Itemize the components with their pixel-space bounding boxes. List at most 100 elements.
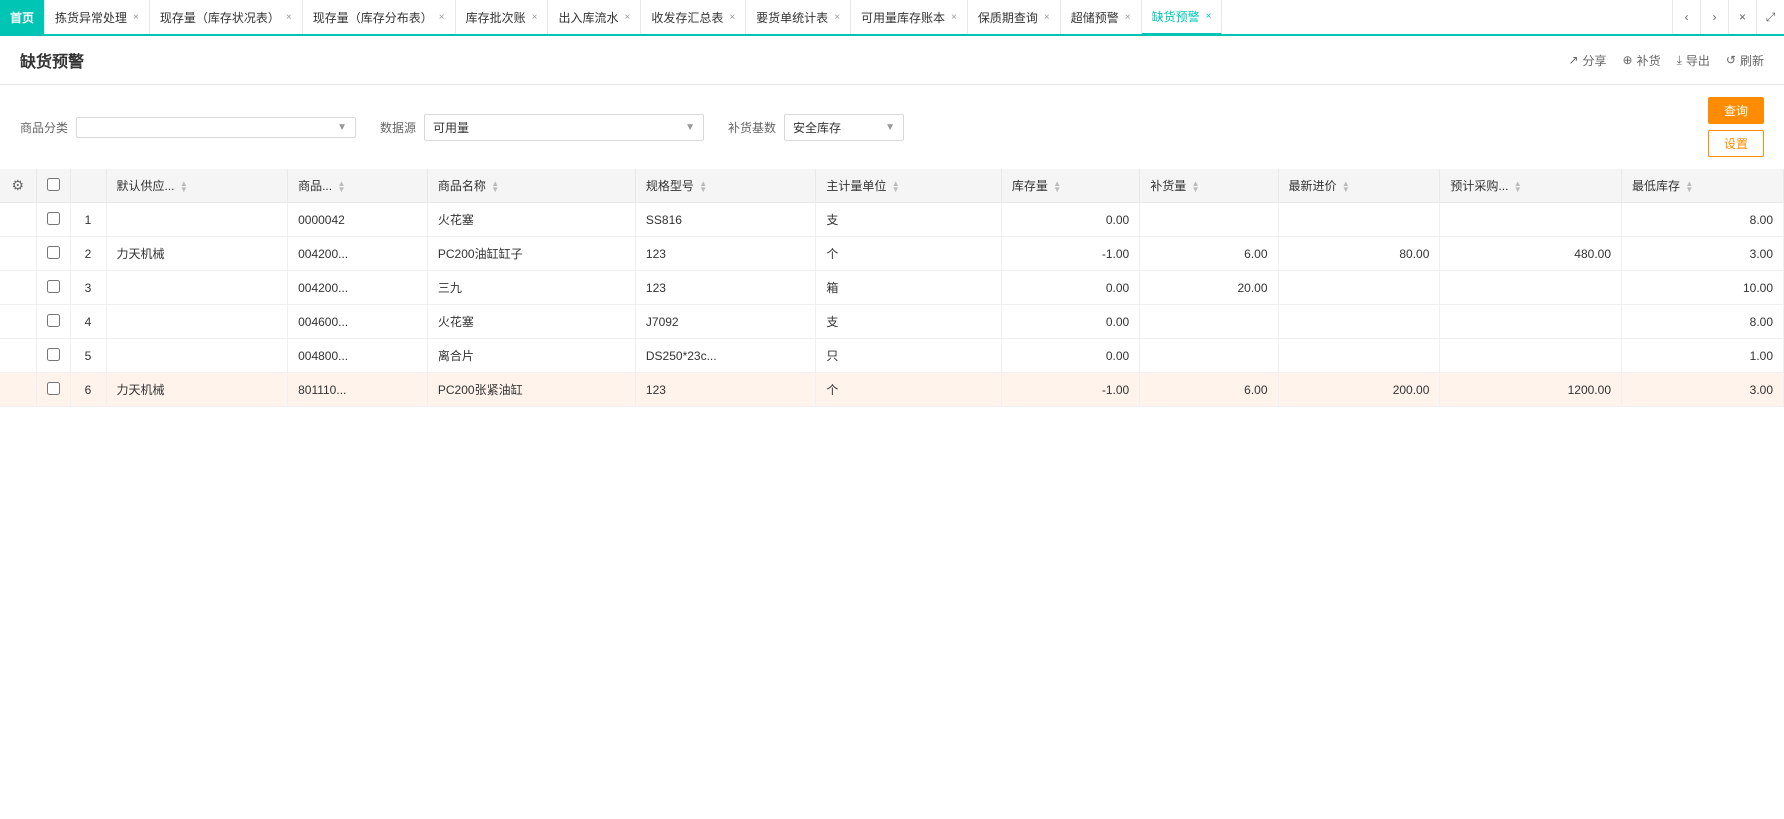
query-button[interactable]: 查询: [1708, 97, 1764, 124]
row-unit: 只: [816, 339, 1002, 373]
category-select[interactable]: ▼: [76, 117, 356, 138]
nav-prev-button[interactable]: ‹: [1672, 0, 1700, 35]
close-icon[interactable]: ×: [1206, 11, 1212, 22]
row-goods-name: 火花塞: [427, 305, 635, 339]
row-replenish: [1140, 339, 1278, 373]
row-checkbox[interactable]: [36, 305, 70, 339]
row-select-checkbox[interactable]: [47, 246, 60, 259]
tab-expiry-label: 保质期查询: [978, 9, 1038, 26]
tab-available-ledger-label: 可用量库存账本: [861, 9, 945, 26]
chevron-down-icon: ▼: [685, 122, 695, 133]
refresh-button[interactable]: ↺ 刷新: [1726, 52, 1764, 69]
row-goods-code: 004800...: [288, 339, 428, 373]
close-icon[interactable]: ×: [834, 12, 840, 23]
settings-button[interactable]: 设置: [1708, 130, 1764, 157]
close-icon[interactable]: ×: [1044, 12, 1050, 23]
row-goods-name: 火花塞: [427, 203, 635, 237]
stock-col-header[interactable]: 库存量 ▲▼: [1001, 169, 1139, 203]
goods-code-col-label: 商品...: [298, 179, 332, 193]
nav-next-button[interactable]: ›: [1700, 0, 1728, 35]
tab-expiry[interactable]: 保质期查询 ×: [968, 0, 1061, 35]
tab-exception-label: 拣货异常处理: [55, 9, 127, 26]
settings-col-header[interactable]: ⚙: [0, 169, 36, 203]
row-stock: -1.00: [1001, 373, 1139, 407]
tab-available-ledger[interactable]: 可用量库存账本 ×: [851, 0, 968, 35]
row-select-checkbox[interactable]: [47, 382, 60, 395]
datasource-filter: 数据源 可用量 ▼: [380, 114, 704, 141]
replenish-button[interactable]: ⊕ 补货: [1623, 52, 1661, 69]
close-icon[interactable]: ×: [133, 12, 139, 23]
tab-flow[interactable]: 出入库流水 ×: [548, 0, 641, 35]
min-stock-col-header[interactable]: 最低库存 ▲▼: [1622, 169, 1784, 203]
row-stock: 0.00: [1001, 305, 1139, 339]
close-icon[interactable]: ×: [729, 12, 735, 23]
row-checkbox[interactable]: [36, 339, 70, 373]
table-row: 4 004600... 火花塞 J7092 支 0.00 8.00: [0, 305, 1784, 339]
row-index: 6: [70, 373, 106, 407]
min-stock-col-label: 最低库存: [1632, 179, 1680, 193]
row-select-checkbox[interactable]: [47, 348, 60, 361]
close-icon[interactable]: ×: [1125, 12, 1131, 23]
replenish-base-select[interactable]: 安全库存 ▼: [784, 114, 904, 141]
close-icon[interactable]: ×: [951, 12, 957, 23]
tab-inventory-dist[interactable]: 现存量（库存分布表） ×: [303, 0, 456, 35]
goods-code-col-header[interactable]: 商品... ▲▼: [288, 169, 428, 203]
close-icon[interactable]: ×: [439, 12, 445, 23]
row-index: 5: [70, 339, 106, 373]
row-min-stock: 8.00: [1622, 203, 1784, 237]
select-all-checkbox[interactable]: [47, 178, 60, 191]
tab-inventory-dist-label: 现存量（库存分布表）: [313, 9, 433, 26]
row-select-checkbox[interactable]: [47, 280, 60, 293]
row-select-checkbox[interactable]: [47, 212, 60, 225]
export-button[interactable]: ⤓ 导出: [1677, 52, 1710, 69]
nav-close-button[interactable]: ×: [1728, 0, 1756, 35]
tab-overstock[interactable]: 超储预警 ×: [1061, 0, 1142, 35]
nav-fullscreen-button[interactable]: ⤢: [1756, 0, 1784, 35]
goods-name-col-header[interactable]: 商品名称 ▲▼: [427, 169, 635, 203]
replenish-col-header[interactable]: 补货量 ▲▼: [1140, 169, 1278, 203]
share-label: 分享: [1583, 52, 1607, 69]
latest-price-col-header[interactable]: 最新进价 ▲▼: [1278, 169, 1440, 203]
row-select-checkbox[interactable]: [47, 314, 60, 327]
close-icon[interactable]: ×: [532, 12, 538, 23]
row-min-stock: 3.00: [1622, 237, 1784, 271]
row-est-purchase: [1440, 203, 1622, 237]
tab-exception[interactable]: 拣货异常处理 ×: [45, 0, 150, 35]
checkbox-col-header[interactable]: [36, 169, 70, 203]
supplier-col-header[interactable]: 默认供应... ▲▼: [106, 169, 288, 203]
row-settings: [0, 271, 36, 305]
row-min-stock: 8.00: [1622, 305, 1784, 339]
unit-col-header[interactable]: 主计量单位 ▲▼: [816, 169, 1002, 203]
tab-overstock-label: 超储预警: [1071, 9, 1119, 26]
row-est-purchase: 480.00: [1440, 237, 1622, 271]
page-title: 缺货预警: [20, 48, 84, 72]
close-icon[interactable]: ×: [286, 12, 292, 23]
row-checkbox[interactable]: [36, 237, 70, 271]
row-unit: 箱: [816, 271, 1002, 305]
tab-batch-account[interactable]: 库存批次账 ×: [456, 0, 549, 35]
tab-collection[interactable]: 收发存汇总表 ×: [641, 0, 746, 35]
row-spec: J7092: [635, 305, 815, 339]
row-stock: 0.00: [1001, 339, 1139, 373]
row-settings: [0, 203, 36, 237]
sort-icon: ▲▼: [892, 181, 900, 193]
datasource-select[interactable]: 可用量 ▼: [424, 114, 704, 141]
tab-order-stat[interactable]: 要货单统计表 ×: [746, 0, 851, 35]
row-checkbox[interactable]: [36, 203, 70, 237]
close-icon[interactable]: ×: [624, 12, 630, 23]
share-button[interactable]: ↗ 分享: [1568, 52, 1606, 69]
est-purchase-col-header[interactable]: 预计采购... ▲▼: [1440, 169, 1622, 203]
replenish-label: 补货: [1637, 52, 1661, 69]
tab-shortage[interactable]: 缺货预警 ×: [1142, 0, 1223, 35]
sort-icon: ▲▼: [1053, 181, 1061, 193]
row-supplier: 力天机械: [106, 237, 288, 271]
tab-home[interactable]: 首页: [0, 0, 45, 35]
replenish-base-filter: 补货基数 安全库存 ▼: [728, 114, 904, 141]
spec-col-header[interactable]: 规格型号 ▲▼: [635, 169, 815, 203]
sort-icon: ▲▼: [1192, 181, 1200, 193]
page-header: 缺货预警 ↗ 分享 ⊕ 补货 ⤓ 导出 ↺ 刷新: [0, 36, 1784, 85]
row-checkbox[interactable]: [36, 271, 70, 305]
replenish-base-value: 安全库存: [793, 119, 885, 136]
row-checkbox[interactable]: [36, 373, 70, 407]
tab-inventory-status[interactable]: 现存量（库存状况表） ×: [150, 0, 303, 35]
